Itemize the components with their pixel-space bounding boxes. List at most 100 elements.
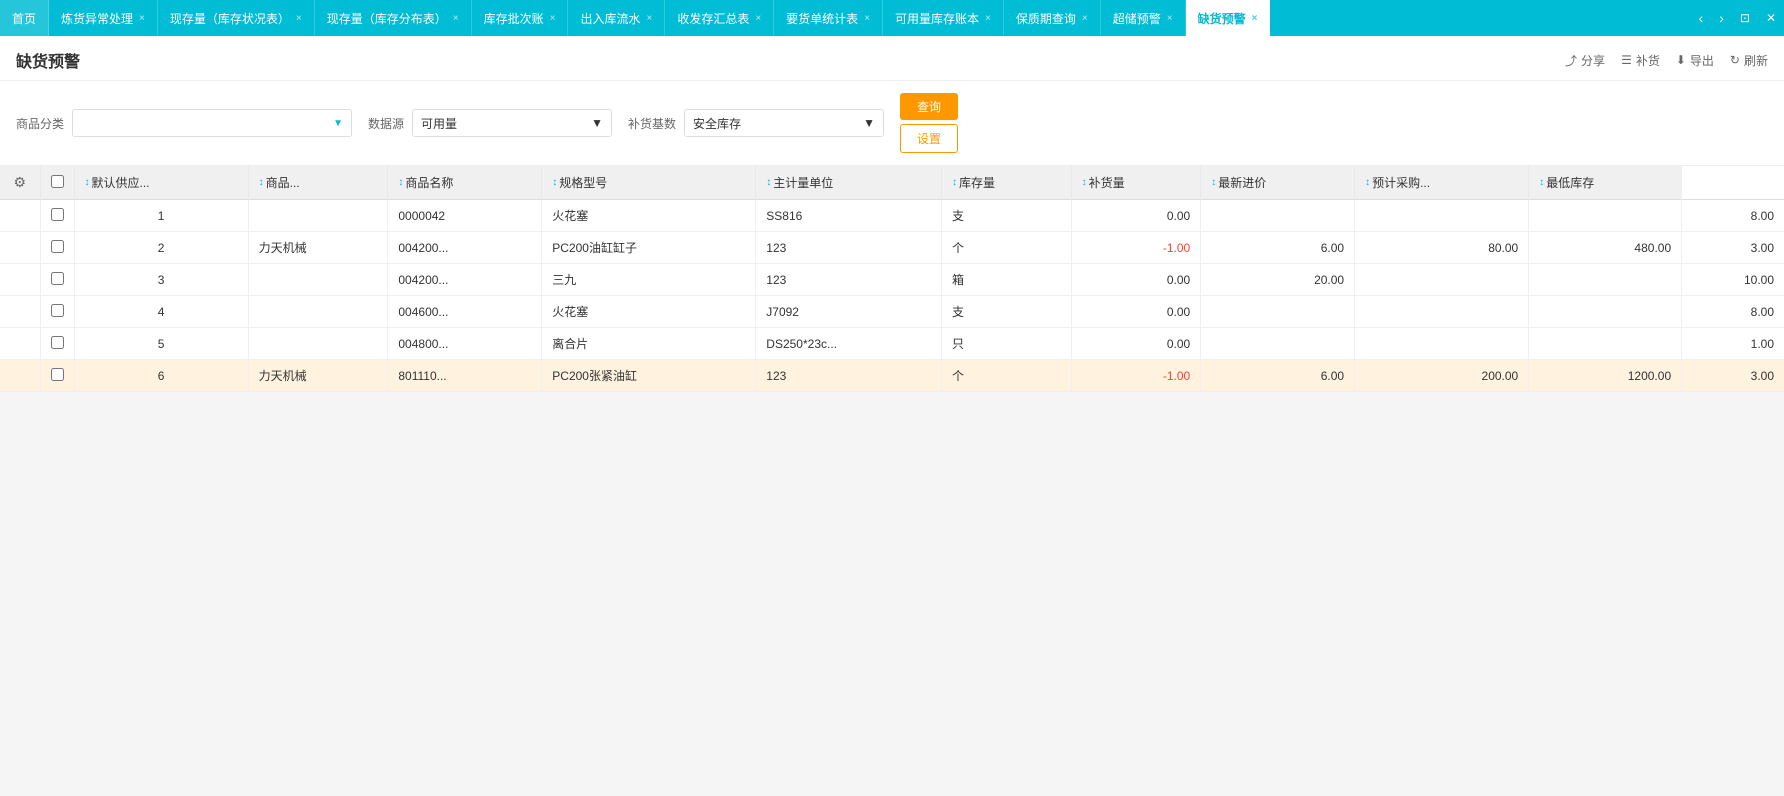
tab-receive-summary[interactable]: 收发存汇总表 × — [665, 0, 774, 36]
row-checkbox-cell-2 — [40, 264, 74, 296]
nav-close-btn[interactable]: ✕ — [1758, 11, 1784, 25]
row-checkbox-1[interactable] — [51, 240, 64, 253]
close-tab-expiry-query[interactable]: × — [1082, 13, 1088, 24]
query-button[interactable]: 查询 — [900, 93, 958, 120]
datasource-select[interactable]: 可用量 ▼ — [412, 109, 612, 137]
close-tab-inventory-dist[interactable]: × — [453, 13, 459, 24]
row-checkbox-4[interactable] — [51, 336, 64, 349]
tab-shortage[interactable]: 缺货预警 × — [1186, 0, 1271, 36]
row-gear-cell-1 — [0, 232, 40, 264]
nav-prev-btn[interactable]: ‹ — [1691, 10, 1712, 26]
cell-product-name-1: PC200油缸缸子 — [542, 232, 756, 264]
nav-restore-btn[interactable]: ⊡ — [1732, 11, 1758, 25]
tab-overstock[interactable]: 超储预警 × — [1101, 0, 1186, 36]
close-tab-receive-summary[interactable]: × — [755, 13, 761, 24]
cell-estimated-purchase-2 — [1529, 264, 1682, 296]
page-actions: ⤴ 分享 ☰ 补货 ⬇ 导出 ↻ 刷新 — [1565, 52, 1768, 69]
close-tab-available-ledger[interactable]: × — [985, 13, 991, 24]
cell-stock-0: 0.00 — [1071, 200, 1201, 232]
close-tab-inventory-status[interactable]: × — [296, 13, 302, 24]
cell-num-4: 5 — [74, 328, 248, 360]
th-settings: ⚙ — [0, 166, 40, 200]
cell-num-1: 2 — [74, 232, 248, 264]
table-container: ⚙ ↕ 默认供应... ↕ 商品... — [0, 166, 1784, 392]
tab-requisition-stats[interactable]: 要货单统计表 × — [774, 0, 883, 36]
share-action[interactable]: ⤴ 分享 — [1565, 52, 1605, 69]
cell-num-2: 3 — [74, 264, 248, 296]
th-default-supplier[interactable]: ↕ 默认供应... — [74, 166, 248, 200]
tab-home[interactable]: 首页 — [0, 0, 49, 36]
nav-next-btn[interactable]: › — [1711, 10, 1732, 26]
export-icon: ⬇ — [1676, 53, 1686, 67]
th-estimated-purchase[interactable]: ↕ 预计采购... — [1355, 166, 1529, 200]
settings-button[interactable]: 设置 — [900, 124, 958, 153]
close-tab-requisition-stats[interactable]: × — [864, 13, 870, 24]
cell-spec-1: 123 — [756, 232, 942, 264]
cell-latest-price-4 — [1355, 328, 1529, 360]
nav-tabs: 首页 炼货异常处理 × 现存量（库存状况表） × 现存量（库存分布表） × 库存… — [0, 0, 1784, 36]
row-checkbox-5[interactable] — [51, 368, 64, 381]
row-checkbox-0[interactable] — [51, 208, 64, 221]
cell-min-stock-2: 10.00 — [1682, 264, 1784, 296]
close-tab-overstock[interactable]: × — [1167, 13, 1173, 24]
cell-product-code-0: 0000042 — [388, 200, 542, 232]
th-latest-price[interactable]: ↕ 最新进价 — [1201, 166, 1355, 200]
th-product-code[interactable]: ↕ 商品... — [248, 166, 388, 200]
cell-estimated-purchase-4 — [1529, 328, 1682, 360]
th-replenish-qty[interactable]: ↕ 补货量 — [1071, 166, 1201, 200]
cell-stock-1: -1.00 — [1071, 232, 1201, 264]
cell-min-stock-1: 3.00 — [1682, 232, 1784, 264]
close-tab-inout-flow[interactable]: × — [646, 13, 652, 24]
table-body: 1 0000042 火花塞 SS816 支 0.00 8.00 2 力天机械 0… — [0, 200, 1784, 392]
table-row: 2 力天机械 004200... PC200油缸缸子 123 个 -1.00 6… — [0, 232, 1784, 264]
sort-replenish-qty-icon: ↕ — [1082, 177, 1087, 188]
select-all-checkbox[interactable] — [51, 175, 64, 188]
th-stock[interactable]: ↕ 库存量 — [941, 166, 1071, 200]
cell-estimated-purchase-1: 480.00 — [1529, 232, 1682, 264]
cell-spec-4: DS250*23c... — [756, 328, 942, 360]
tab-expiry-query[interactable]: 保质期查询 × — [1004, 0, 1101, 36]
gear-icon[interactable]: ⚙ — [13, 174, 26, 190]
replenish-base-value: 安全库存 — [693, 115, 741, 132]
row-gear-cell-4 — [0, 328, 40, 360]
close-tab-abnormal[interactable]: × — [139, 13, 145, 24]
cell-num-3: 4 — [74, 296, 248, 328]
tab-abnormal[interactable]: 炼货异常处理 × — [49, 0, 158, 36]
close-tab-batch-account[interactable]: × — [550, 13, 556, 24]
tab-batch-account[interactable]: 库存批次账 × — [472, 0, 569, 36]
cell-product-name-3: 火花塞 — [542, 296, 756, 328]
tab-inventory-status[interactable]: 现存量（库存状况表） × — [158, 0, 315, 36]
cell-product-name-4: 离合片 — [542, 328, 756, 360]
cell-product-code-4: 004800... — [388, 328, 542, 360]
category-select[interactable]: ▼ — [72, 109, 352, 137]
replenish-action[interactable]: ☰ 补货 — [1621, 52, 1660, 69]
cell-default-supplier-0 — [248, 200, 388, 232]
replenish-base-select[interactable]: 安全库存 ▼ — [684, 109, 884, 137]
th-unit[interactable]: ↕ 主计量单位 — [756, 166, 942, 200]
table-row: 6 力天机械 801110... PC200张紧油缸 123 个 -1.00 6… — [0, 360, 1784, 392]
cell-latest-price-5: 200.00 — [1355, 360, 1529, 392]
row-checkbox-cell-4 — [40, 328, 74, 360]
cell-unit-2: 箱 — [941, 264, 1071, 296]
cell-estimated-purchase-3 — [1529, 296, 1682, 328]
refresh-action[interactable]: ↻ 刷新 — [1730, 52, 1768, 69]
tab-inventory-dist[interactable]: 现存量（库存分布表） × — [315, 0, 472, 36]
row-checkbox-2[interactable] — [51, 272, 64, 285]
row-gear-cell-5 — [0, 360, 40, 392]
filter-group-replenish-base: 补货基数 安全库存 ▼ — [628, 109, 884, 137]
tab-inout-flow[interactable]: 出入库流水 × — [568, 0, 665, 36]
th-spec[interactable]: ↕ 规格型号 — [542, 166, 756, 200]
row-gear-cell-0 — [0, 200, 40, 232]
th-product-name[interactable]: ↕ 商品名称 — [388, 166, 542, 200]
close-tab-shortage[interactable]: × — [1252, 13, 1258, 24]
cell-replenish-qty-5: 6.00 — [1201, 360, 1355, 392]
th-min-stock[interactable]: ↕ 最低库存 — [1529, 166, 1682, 200]
category-label: 商品分类 — [16, 115, 64, 132]
sort-default-supplier-icon: ↕ — [85, 177, 90, 188]
row-checkbox-3[interactable] — [51, 304, 64, 317]
cell-unit-3: 支 — [941, 296, 1071, 328]
export-action[interactable]: ⬇ 导出 — [1676, 52, 1714, 69]
tab-available-ledger[interactable]: 可用量库存账本 × — [883, 0, 1004, 36]
filter-group-datasource: 数据源 可用量 ▼ — [368, 109, 612, 137]
page-title: 缺货预警 — [16, 48, 80, 72]
